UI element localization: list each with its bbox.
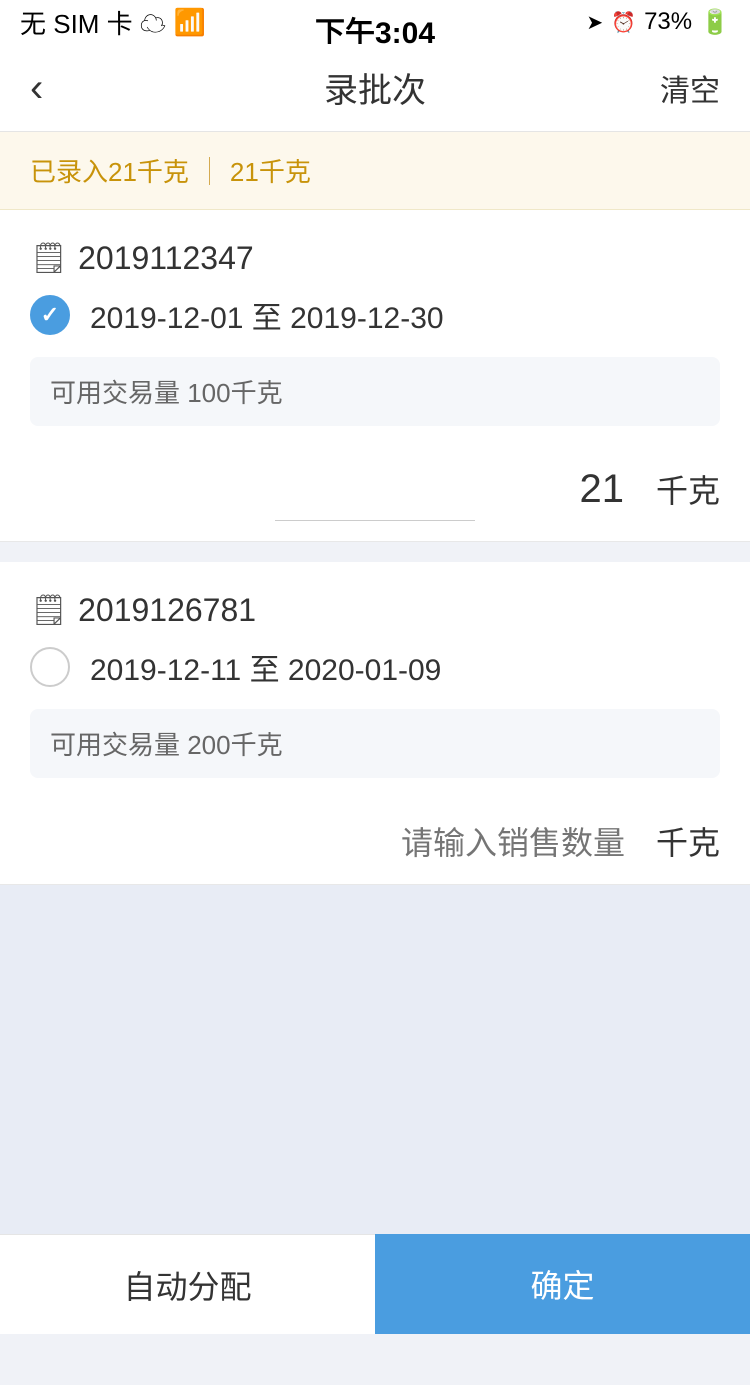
batch1-available: 可用交易量 100千克 [30, 357, 720, 426]
batch2-quantity-input[interactable] [240, 825, 640, 862]
batch2-doc-icon: 🗒 [30, 593, 68, 628]
status-bar: 无 SIM 卡 ☁ 📶 下午3:04 ➤ ⏰ 73% 🔋 [0, 0, 750, 44]
batch2-date-row: 2019-12-11 至 2020-01-09 [30, 645, 720, 689]
page-title: 录批次 [324, 63, 426, 112]
confirm-button[interactable]: 确定 [375, 1234, 750, 1334]
info-divider [209, 157, 210, 185]
wifi-icon: 📶 [174, 7, 206, 38]
recorded-amount-value: 21千克 [230, 152, 311, 189]
batch2-card: 🗒 2019126781 2019-12-11 至 2020-01-09 可用交… [0, 562, 750, 798]
back-button[interactable]: ‹ [30, 68, 43, 108]
batch2-id: 2019126781 [78, 592, 256, 629]
batch1-header: 🗒 2019112347 [30, 240, 720, 277]
batch2-date-range: 2019-12-11 至 2020-01-09 [90, 645, 441, 689]
batch1-doc-icon: 🗒 [30, 241, 68, 276]
sim-label: 无 SIM 卡 ☁ [20, 4, 166, 41]
batch1-date-range: 2019-12-01 至 2019-12-30 [90, 293, 444, 337]
batch1-amount-row: 21 千克 [0, 446, 750, 542]
clear-button[interactable]: 清空 [660, 66, 720, 110]
recorded-amount-label: 已录入21千克 [30, 152, 189, 189]
section-gap [0, 542, 750, 562]
battery-icon: 🔋 [700, 8, 730, 37]
batch1-id: 2019112347 [78, 240, 254, 277]
battery-label: 73% [644, 8, 692, 36]
batch1-amount-unit: 千克 [656, 466, 720, 512]
status-left: 无 SIM 卡 ☁ 📶 [20, 4, 206, 41]
batch1-radio[interactable] [30, 295, 70, 335]
auto-distribute-button[interactable]: 自动分配 [0, 1234, 375, 1334]
batch1-amount-number: 21 [579, 467, 624, 512]
batch1-date-row: 2019-12-01 至 2019-12-30 [30, 293, 720, 337]
batch2-radio[interactable] [30, 647, 70, 687]
nav-bar: ‹ 录批次 清空 [0, 44, 750, 132]
location-icon: ➤ [586, 10, 603, 35]
batch1-card: 🗒 2019112347 2019-12-01 至 2019-12-30 可用交… [0, 210, 750, 446]
batch2-input-row[interactable]: 千克 [0, 798, 750, 885]
batch2-header: 🗒 2019126781 [30, 592, 720, 629]
bottom-bar: 自动分配 确定 [0, 1234, 750, 1334]
status-right: ➤ ⏰ 73% 🔋 [586, 8, 730, 37]
alarm-icon: ⏰ [611, 10, 636, 35]
empty-area [0, 885, 750, 1285]
batch2-unit: 千克 [656, 818, 720, 864]
batch2-available: 可用交易量 200千克 [30, 709, 720, 778]
info-banner: 已录入21千克 21千克 [0, 132, 750, 210]
